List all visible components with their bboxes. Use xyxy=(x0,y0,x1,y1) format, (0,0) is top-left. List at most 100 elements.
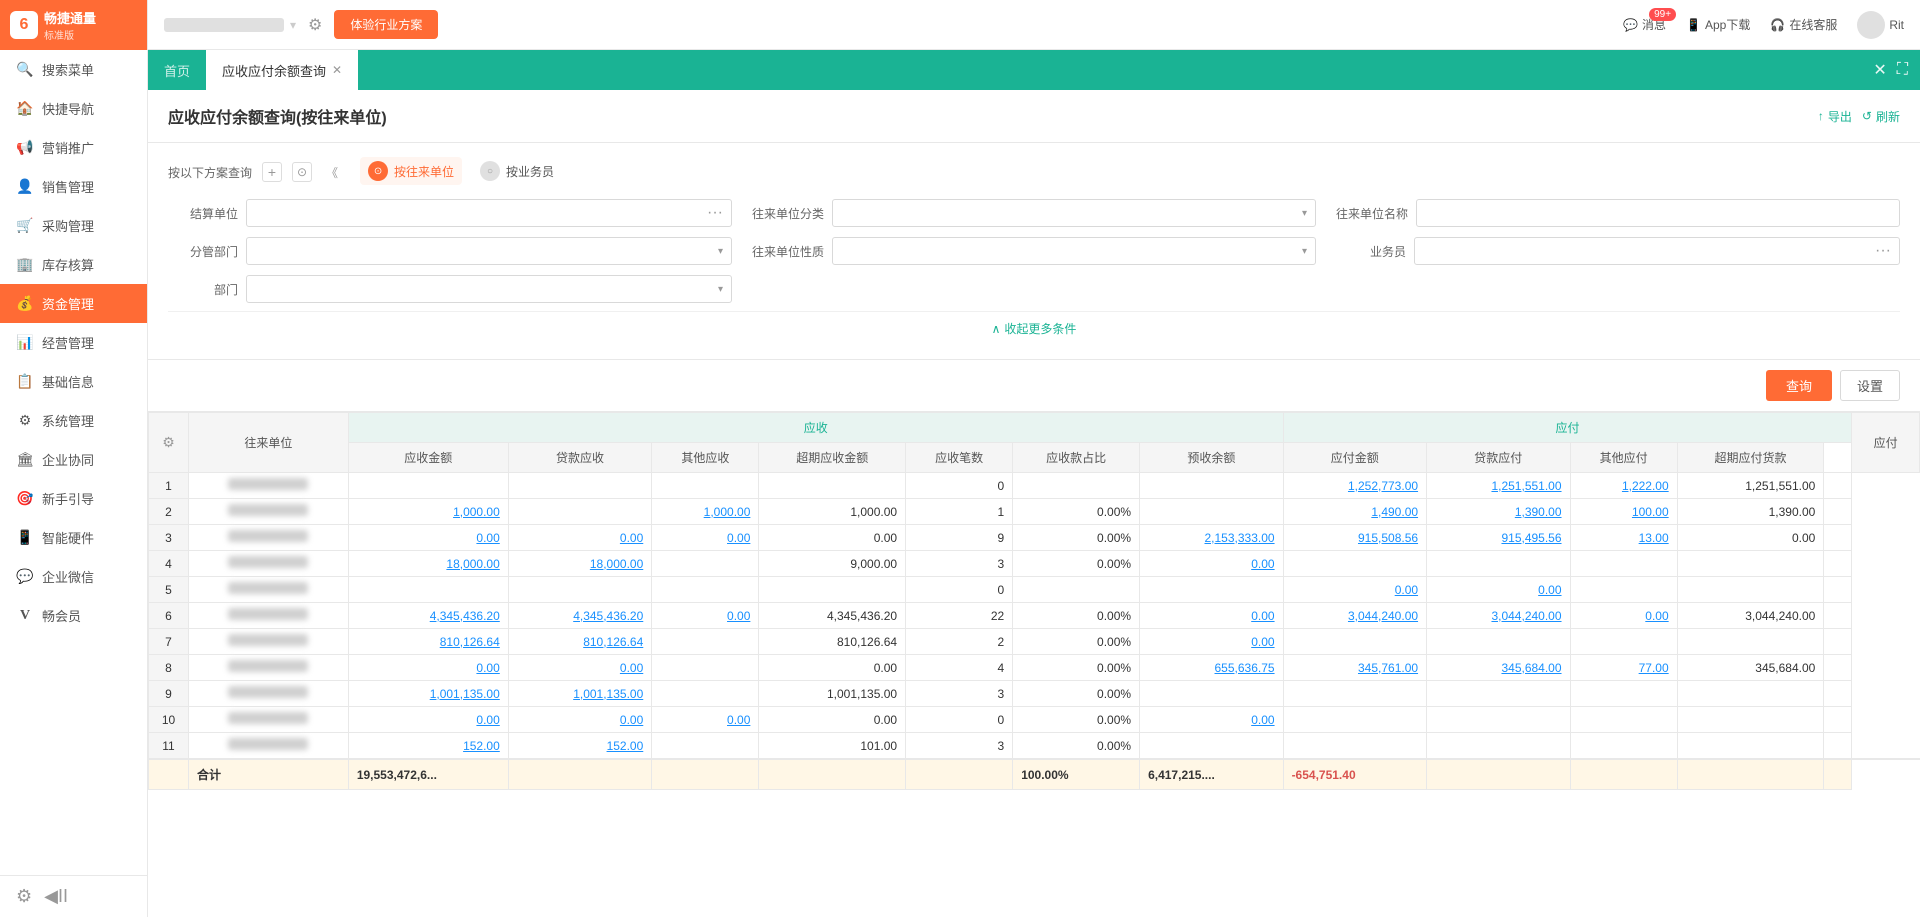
app-download-item[interactable]: 📱 App下载 xyxy=(1686,16,1750,33)
row-ap-credit: 1,251,551.00 xyxy=(1427,473,1570,499)
sidebar-item-sales[interactable]: 👤 销售管理 xyxy=(0,167,147,206)
th-partner: 往来单位 xyxy=(189,413,349,473)
tab-close-icon[interactable]: ✕ xyxy=(332,63,342,77)
row-ap-other xyxy=(1570,551,1677,577)
service-icon: 🎧 xyxy=(1770,18,1785,32)
filter-by-staff[interactable]: ○ 按业务员 xyxy=(472,157,562,185)
footer-ap-amount: -654,751.40 xyxy=(1283,759,1426,790)
wechat-icon: 💬 xyxy=(16,568,34,585)
collapse-button[interactable]: ∧ 收起更多条件 xyxy=(992,320,1077,337)
guide-icon: 🎯 xyxy=(16,490,34,507)
sidebar-label-sales: 销售管理 xyxy=(42,177,94,196)
row-ar-ratio xyxy=(1013,473,1140,499)
row-ap-overdue: 345,684.00 xyxy=(1677,655,1824,681)
filter-settings-button[interactable]: ⊙ xyxy=(292,162,312,182)
row-partner xyxy=(189,473,349,499)
setup-button[interactable]: 设置 xyxy=(1840,370,1900,401)
filter-add-button[interactable]: + xyxy=(262,162,282,182)
sidebar-item-operation[interactable]: 📊 经营管理 xyxy=(0,323,147,362)
sidebar-logo: 6 畅捷通量 标准版 xyxy=(0,0,147,50)
th-gear[interactable]: ⚙ xyxy=(149,413,189,473)
row-ap-amount: 345,761.00 xyxy=(1283,655,1426,681)
table-row: 5 0 0.00 0.00 xyxy=(149,577,1920,603)
row-ap-amount: 1,490.00 xyxy=(1283,499,1426,525)
sidebar-item-vip[interactable]: V 畅会员 xyxy=(0,596,147,635)
solution-button[interactable]: 体验行业方案 xyxy=(334,10,438,39)
sidebar-item-quicknav[interactable]: 🏠 快捷导航 xyxy=(0,89,147,128)
sidebar-item-marketing[interactable]: 📢 营销推广 xyxy=(0,128,147,167)
breadcrumb-arrow: ▾ xyxy=(290,18,296,32)
row-ap-cont xyxy=(1824,707,1852,733)
row-ar-other xyxy=(652,473,759,499)
row-ar-prepay: 0.00 xyxy=(1140,707,1283,733)
department-select[interactable]: ▾ xyxy=(246,275,732,303)
row-ar-credit: 810,126.64 xyxy=(508,629,651,655)
unit-name-input[interactable] xyxy=(1416,199,1900,227)
sidebar-item-finance[interactable]: 💰 资金管理 xyxy=(0,284,147,323)
tab-home[interactable]: 首页 xyxy=(148,50,206,90)
expand-window-icon[interactable]: ⛶ xyxy=(1897,61,1908,79)
export-label: 导出 xyxy=(1828,108,1852,125)
finance-icon: 💰 xyxy=(16,295,34,312)
refresh-label: 刷新 xyxy=(1876,108,1900,125)
collapse-sidebar-icon[interactable]: ◀II xyxy=(44,886,68,907)
dept-select[interactable]: ▾ xyxy=(246,237,732,265)
salesperson-input[interactable]: ··· xyxy=(1414,237,1900,265)
row-ap-overdue xyxy=(1677,577,1824,603)
home-icon: 🏠 xyxy=(16,100,34,117)
export-button[interactable]: ↑ 导出 xyxy=(1818,108,1852,125)
sidebar-item-corp[interactable]: 🏛 企业协同 xyxy=(0,440,147,479)
sidebar-item-hardware[interactable]: 📱 智能硬件 xyxy=(0,518,147,557)
row-ap-amount: 1,252,773.00 xyxy=(1283,473,1426,499)
basic-icon: 📋 xyxy=(16,373,34,390)
th-ap-other: 其他应付 xyxy=(1570,443,1677,473)
filter-unit-name: 往来单位名称 xyxy=(1336,199,1900,227)
unit-nature-select[interactable]: ▾ xyxy=(832,237,1316,265)
th-ap-cont: 应付 xyxy=(1852,413,1920,473)
row-ap-overdue xyxy=(1677,733,1824,760)
row-ap-other xyxy=(1570,707,1677,733)
row-ar-prepay xyxy=(1140,733,1283,760)
row-ap-amount xyxy=(1283,629,1426,655)
filter-by-unit[interactable]: ⊙ 按往来单位 xyxy=(360,157,462,185)
logo-name: 畅捷通量 xyxy=(44,8,96,27)
sidebar-item-search[interactable]: 🔍 搜索菜单 xyxy=(0,50,147,89)
unit-category-select[interactable]: ▾ xyxy=(832,199,1316,227)
row-partner xyxy=(189,655,349,681)
row-index: 5 xyxy=(149,577,189,603)
sidebar-item-system[interactable]: ⚙ 系统管理 xyxy=(0,401,147,440)
th-ar-credit: 贷款应收 xyxy=(508,443,651,473)
row-ap-cont xyxy=(1824,603,1852,629)
sidebar-label-search: 搜索菜单 xyxy=(42,60,94,79)
filter-staff-icon: ○ xyxy=(480,161,500,181)
row-ar-other: 1,000.00 xyxy=(652,499,759,525)
sidebar-item-guide[interactable]: 🎯 新手引导 xyxy=(0,479,147,518)
tab-ar-query[interactable]: 应收应付余额查询 ✕ xyxy=(206,50,358,90)
row-ar-prepay: 0.00 xyxy=(1140,629,1283,655)
service-item[interactable]: 🎧 在线客服 xyxy=(1770,16,1837,33)
row-ar-overdue: 101.00 xyxy=(759,733,906,760)
row-ar-other xyxy=(652,733,759,760)
row-ap-cont xyxy=(1824,577,1852,603)
row-index: 2 xyxy=(149,499,189,525)
row-ap-credit: 0.00 xyxy=(1427,577,1570,603)
row-ar-amount: 0.00 xyxy=(348,707,508,733)
sidebar-item-purchase[interactable]: 🛒 采购管理 xyxy=(0,206,147,245)
filter-arrow-button[interactable]: 《 xyxy=(322,162,342,182)
purchase-icon: 🛒 xyxy=(16,217,34,234)
department-arrow: ▾ xyxy=(718,284,723,295)
topbar-gear-icon[interactable]: ⚙ xyxy=(308,15,322,35)
sidebar-item-basic[interactable]: 📋 基础信息 xyxy=(0,362,147,401)
query-button[interactable]: 查询 xyxy=(1766,370,1832,401)
sidebar-item-wechat[interactable]: 💬 企业微信 xyxy=(0,557,147,596)
settlement-unit-input[interactable]: ··· xyxy=(246,199,732,227)
close-window-icon[interactable]: ✕ xyxy=(1873,60,1886,80)
refresh-button[interactable]: ↺ 刷新 xyxy=(1862,108,1900,125)
message-item[interactable]: 💬 消息 99+ xyxy=(1623,16,1666,33)
sidebar-item-inventory[interactable]: 🏢 库存核算 xyxy=(0,245,147,284)
breadcrumb-text xyxy=(164,18,284,32)
th-ar-count: 应收笔数 xyxy=(906,443,1013,473)
settings-bottom-icon[interactable]: ⚙ xyxy=(16,886,32,907)
department-label: 部门 xyxy=(168,281,238,298)
user-item[interactable]: Rit xyxy=(1857,11,1904,39)
